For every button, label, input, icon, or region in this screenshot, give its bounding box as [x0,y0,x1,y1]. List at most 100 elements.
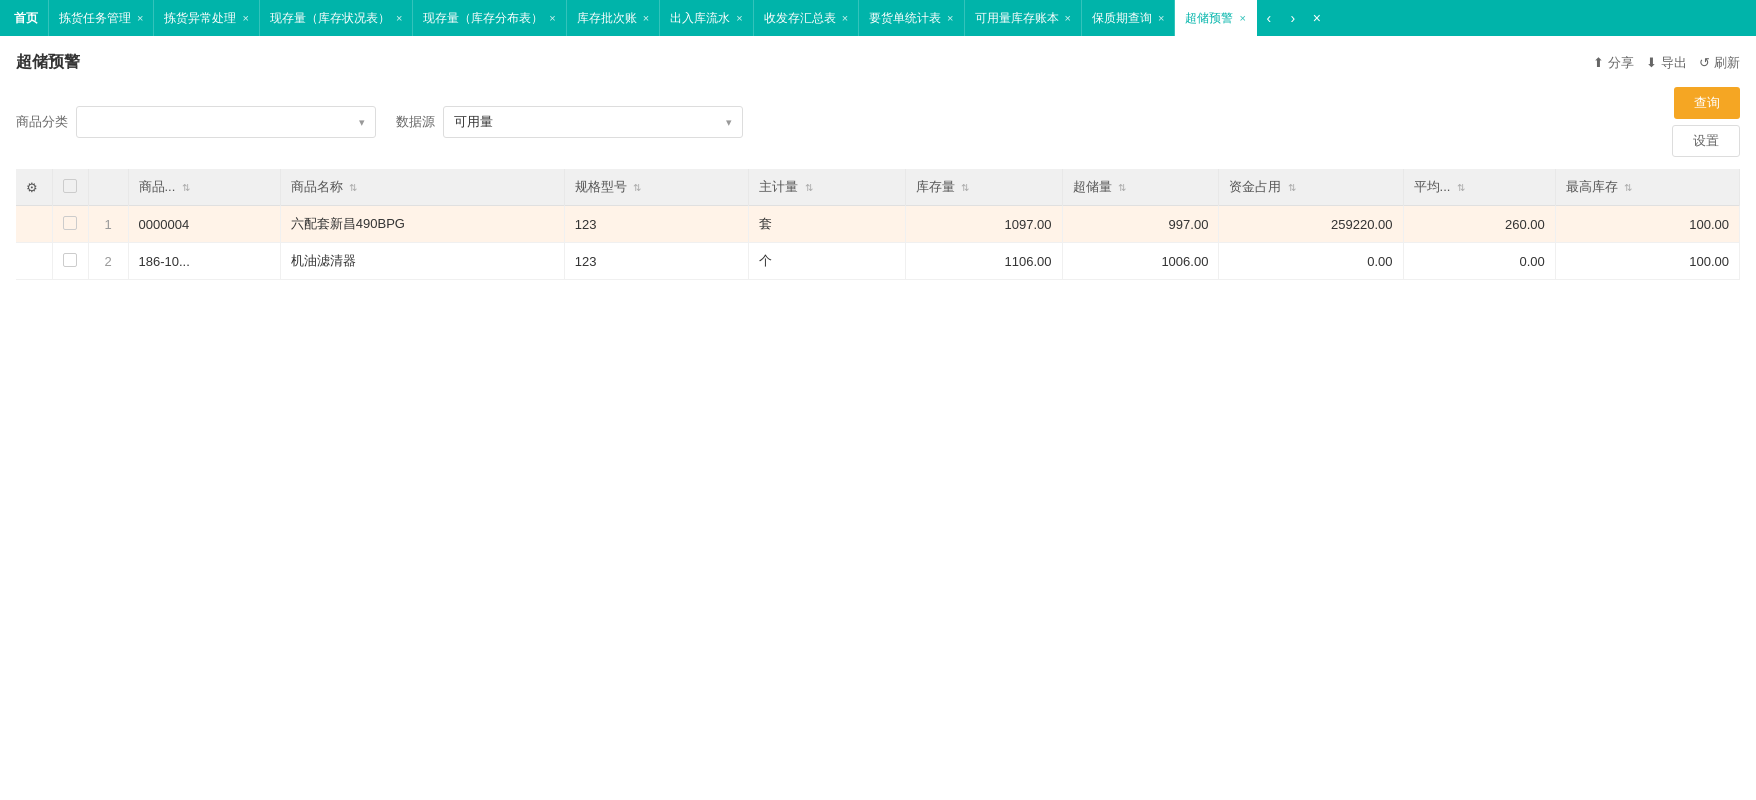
close-tab-11-icon[interactable]: × [1239,12,1245,24]
sort-capital-icon: ⇅ [1288,182,1296,193]
category-filter-group: 商品分类 ▾ [16,106,376,138]
category-label: 商品分类 [16,113,68,131]
nav-tab-10[interactable]: 保质期查询 × [1082,0,1175,36]
col-index-header [88,169,128,206]
nav-tab-6[interactable]: 出入库流水 × [660,0,753,36]
close-tab-5-icon[interactable]: × [643,12,649,24]
sort-stock-icon: ⇅ [961,182,969,193]
row2-capital: 0.00 [1219,243,1403,280]
row2-unit: 个 [748,243,905,280]
close-tab-6-icon[interactable]: × [736,12,742,24]
datasource-filter-group: 数据源 可用量 ▾ [396,106,743,138]
row2-spec: 123 [564,243,748,280]
refresh-button[interactable]: ↺ 刷新 [1699,54,1740,72]
main-content: 超储预警 ⬆ 分享 ⬇ 导出 ↺ 刷新 商品分类 ▾ 数据源 [0,36,1756,800]
row1-avg: 260.00 [1403,206,1555,243]
sort-product-name-icon: ⇅ [349,182,357,193]
sort-product-code-icon: ⇅ [182,182,190,193]
row1-product-name: 六配套新昌490BPG [280,206,564,243]
row2-checkbox[interactable] [63,253,77,267]
nav-tab-5[interactable]: 库存批次账 × [567,0,660,36]
nav-arrow-left[interactable]: ‹ [1257,0,1281,36]
row2-product-name: 机油滤清器 [280,243,564,280]
col-maxstock-header[interactable]: 最高库存 ⇅ [1555,169,1739,206]
nav-tab-9[interactable]: 可用量库存账本 × [965,0,1082,36]
category-chevron-icon: ▾ [359,116,365,129]
col-avg-header[interactable]: 平均... ⇅ [1403,169,1555,206]
filter-row: 商品分类 ▾ 数据源 可用量 ▾ 查询 设置 [16,87,1740,157]
nav-tab-4[interactable]: 现存量（库存分布表） × [413,0,566,36]
datasource-select[interactable]: 可用量 ▾ [443,106,743,138]
close-tab-4-icon[interactable]: × [549,12,555,24]
row1-stock: 1097.00 [905,206,1062,243]
sort-spec-icon: ⇅ [633,182,641,193]
gear-icon: ⚙ [26,180,38,195]
datasource-value: 可用量 [454,113,493,131]
close-tab-3-icon[interactable]: × [396,12,402,24]
row2-check[interactable] [52,243,88,280]
nav-tab-3[interactable]: 现存量（库存状况表） × [260,0,413,36]
row2-stock: 1106.00 [905,243,1062,280]
row1-check[interactable] [52,206,88,243]
close-tab-10-icon[interactable]: × [1158,12,1164,24]
row1-overstock: 997.00 [1062,206,1219,243]
close-tab-2-icon[interactable]: × [242,12,248,24]
datasource-chevron-icon: ▾ [726,116,732,129]
datasource-label: 数据源 [396,113,435,131]
col-check-all[interactable] [52,169,88,206]
export-button[interactable]: ⬇ 导出 [1646,54,1687,72]
row1-index: 1 [88,206,128,243]
nav-tab-7[interactable]: 收发存汇总表 × [754,0,859,36]
row1-checkbox[interactable] [63,216,77,230]
col-overstock-header[interactable]: 超储量 ⇅ [1062,169,1219,206]
settings-button[interactable]: 设置 [1672,125,1740,157]
col-capital-header[interactable]: 资金占用 ⇅ [1219,169,1403,206]
sort-overstock-icon: ⇅ [1118,182,1126,193]
table-row: 1 0000004 六配套新昌490BPG 123 套 1097.00 997.… [16,206,1740,243]
row1-unit: 套 [748,206,905,243]
close-tab-9-icon[interactable]: × [1065,12,1071,24]
nav-tab-1[interactable]: 拣货任务管理 × [49,0,154,36]
row2-maxstock: 100.00 [1555,243,1739,280]
sort-avg-icon: ⇅ [1457,182,1465,193]
table-body: 1 0000004 六配套新昌490BPG 123 套 1097.00 997.… [16,206,1740,280]
row2-product-code: 186-10... [128,243,280,280]
sort-unit-icon: ⇅ [805,182,813,193]
sort-maxstock-icon: ⇅ [1624,182,1632,193]
close-tab-8-icon[interactable]: × [947,12,953,24]
close-tab-7-icon[interactable]: × [842,12,848,24]
table-row: 2 186-10... 机油滤清器 123 个 1106.00 1006.00 … [16,243,1740,280]
col-stock-header[interactable]: 库存量 ⇅ [905,169,1062,206]
col-product-code-header[interactable]: 商品... ⇅ [128,169,280,206]
export-icon: ⬇ [1646,55,1657,70]
row2-overstock: 1006.00 [1062,243,1219,280]
row1-spec: 123 [564,206,748,243]
row2-avg: 0.00 [1403,243,1555,280]
row1-gear [16,206,52,243]
query-button[interactable]: 查询 [1674,87,1740,119]
refresh-icon: ↺ [1699,55,1710,70]
col-product-name-header[interactable]: 商品名称 ⇅ [280,169,564,206]
share-icon: ⬆ [1593,55,1604,70]
check-all-checkbox[interactable] [63,179,77,193]
header-actions: ⬆ 分享 ⬇ 导出 ↺ 刷新 [1593,54,1740,72]
nav-arrow-close[interactable]: × [1305,0,1329,36]
data-table: ⚙ 商品... ⇅ 商品名称 ⇅ 规格型号 ⇅ [16,169,1740,280]
close-tab-1-icon[interactable]: × [137,12,143,24]
nav-tab-2[interactable]: 拣货异常处理 × [154,0,259,36]
col-spec-header[interactable]: 规格型号 ⇅ [564,169,748,206]
row1-capital: 259220.00 [1219,206,1403,243]
action-buttons: 查询 设置 [1672,87,1740,157]
col-gear[interactable]: ⚙ [16,169,52,206]
table-header: ⚙ 商品... ⇅ 商品名称 ⇅ 规格型号 ⇅ [16,169,1740,206]
nav-tab-11[interactable]: 超储预警 × [1175,0,1256,36]
nav-home[interactable]: 首页 [4,0,49,36]
top-nav: 首页 拣货任务管理 × 拣货异常处理 × 现存量（库存状况表） × 现存量（库存… [0,0,1756,36]
share-button[interactable]: ⬆ 分享 [1593,54,1634,72]
page-header: 超储预警 ⬆ 分享 ⬇ 导出 ↺ 刷新 [16,52,1740,73]
nav-tab-8[interactable]: 要货单统计表 × [859,0,964,36]
col-unit-header[interactable]: 主计量 ⇅ [748,169,905,206]
category-select[interactable]: ▾ [76,106,376,138]
nav-arrow-right[interactable]: › [1281,0,1305,36]
row1-product-code: 0000004 [128,206,280,243]
